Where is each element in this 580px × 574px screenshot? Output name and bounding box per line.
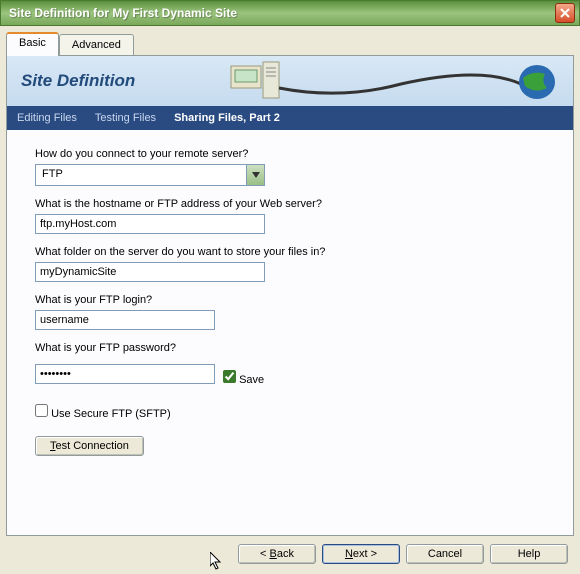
login-input[interactable] <box>35 310 215 330</box>
next-button[interactable]: Next > <box>322 544 400 564</box>
window-title: Site Definition for My First Dynamic Sit… <box>5 6 555 20</box>
chevron-down-icon <box>252 172 260 178</box>
server-globe-art <box>221 60 561 104</box>
label-password: What is your FTP password? <box>35 342 545 354</box>
step-sharing-files[interactable]: Sharing Files, Part 2 <box>174 112 280 124</box>
help-button[interactable]: Help <box>490 544 568 564</box>
dropdown-button[interactable] <box>246 165 264 185</box>
titlebar: Site Definition for My First Dynamic Sit… <box>0 0 580 26</box>
label-login: What is your FTP login? <box>35 294 545 306</box>
tab-advanced[interactable]: Advanced <box>59 34 134 55</box>
tab-basic[interactable]: Basic <box>6 32 59 56</box>
close-button[interactable] <box>555 3 575 23</box>
step-editing-files[interactable]: Editing Files <box>17 112 77 124</box>
close-icon <box>560 8 570 18</box>
cancel-button[interactable]: Cancel <box>406 544 484 564</box>
page-title: Site Definition <box>21 71 135 91</box>
form-area: How do you connect to your remote server… <box>7 130 573 535</box>
save-checkbox[interactable] <box>223 370 236 383</box>
cursor-icon <box>210 552 224 572</box>
label-connection: How do you connect to your remote server… <box>35 148 545 160</box>
back-button[interactable]: < Back <box>238 544 316 564</box>
save-label: Save <box>239 374 264 386</box>
connection-select[interactable]: FTP <box>35 164 265 186</box>
header-band: Site Definition <box>7 56 573 106</box>
sftp-checkbox[interactable] <box>35 404 48 417</box>
host-input[interactable] <box>35 214 265 234</box>
sftp-checkbox-wrap[interactable]: Use Secure FTP (SFTP) <box>35 404 545 420</box>
label-host: What is the hostname or FTP address of y… <box>35 198 545 210</box>
sftp-label: Use Secure FTP (SFTP) <box>51 408 171 420</box>
tabstrip: Basic Advanced <box>6 32 574 55</box>
folder-input[interactable] <box>35 262 265 282</box>
wizard-steps: Editing Files Testing Files Sharing File… <box>7 106 573 130</box>
tab-panel: Site Definition Editing Files Testing Fi… <box>6 55 574 536</box>
step-testing-files[interactable]: Testing Files <box>95 112 156 124</box>
test-connection-button[interactable]: Test Connection <box>35 436 144 456</box>
password-input[interactable] <box>35 364 215 384</box>
connection-value: FTP <box>36 165 246 185</box>
save-checkbox-wrap[interactable]: Save <box>223 370 264 386</box>
label-folder: What folder on the server do you want to… <box>35 246 545 258</box>
window-body: Basic Advanced Site Definition Editing F… <box>0 26 580 574</box>
footer-buttons: < Back Next > Cancel Help <box>6 536 574 568</box>
